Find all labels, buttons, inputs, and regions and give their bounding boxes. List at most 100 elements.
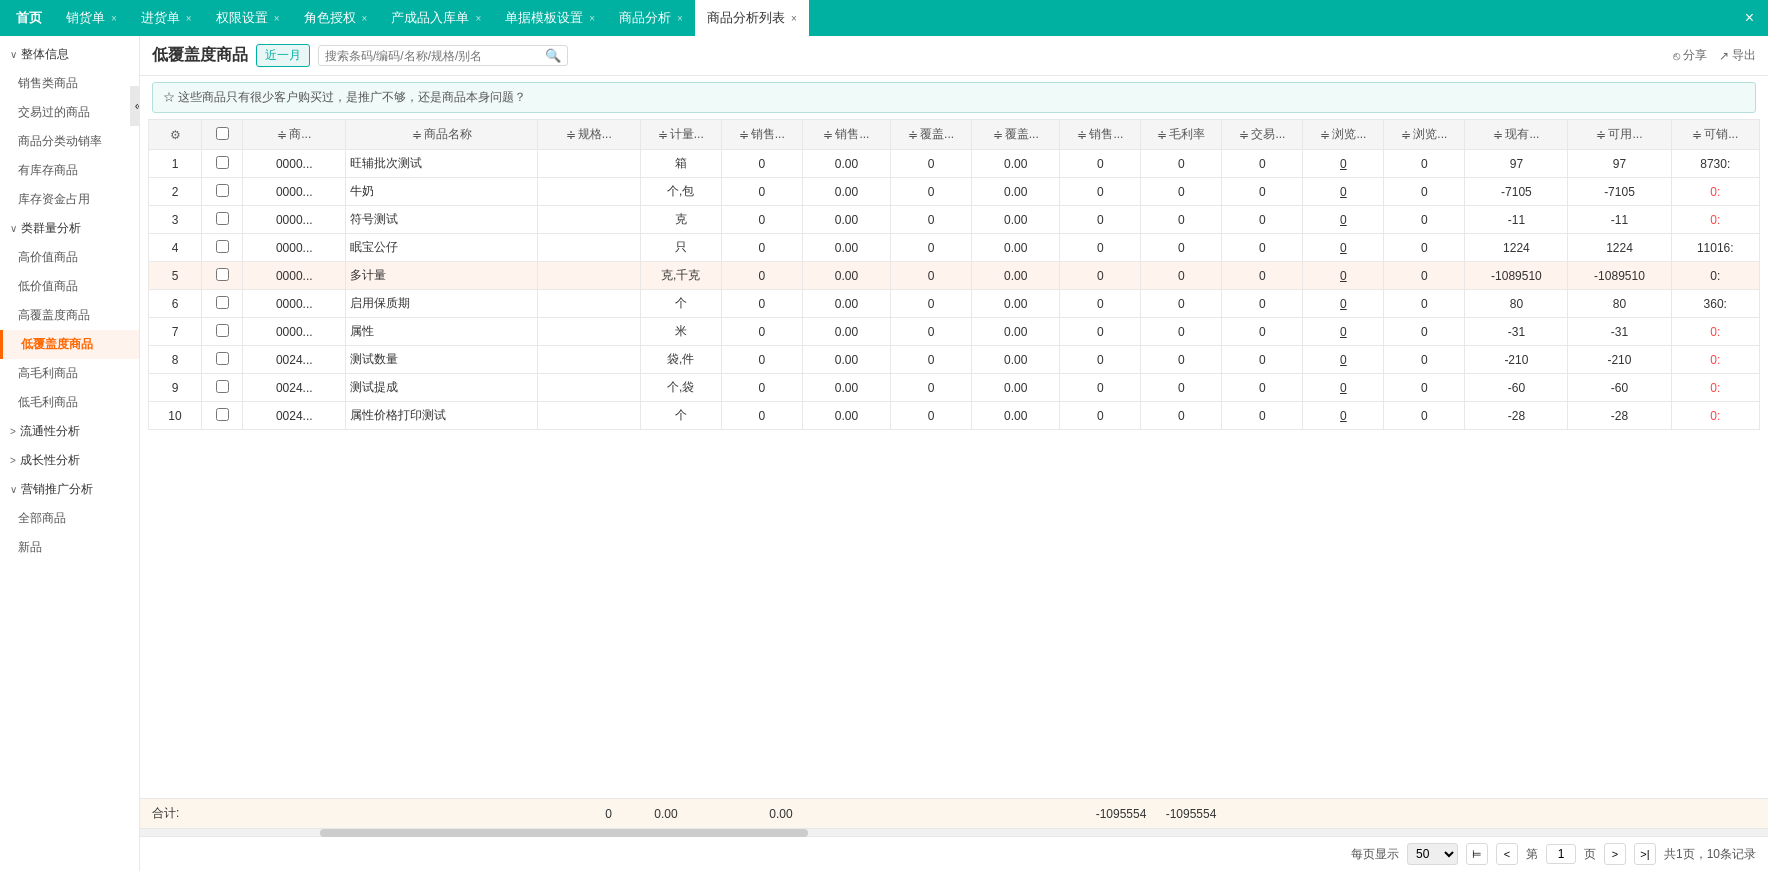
sidebar-section-marketing[interactable]: ∨ 营销推广分析 [0,475,139,504]
tab-roles[interactable]: 角色授权 × [292,0,380,36]
browse1-link[interactable]: 0 [1340,213,1347,227]
sidebar-item-new-products[interactable]: 新品 [0,533,139,562]
tab-permissions[interactable]: 权限设置 × [204,0,292,36]
browse1-link[interactable]: 0 [1340,353,1347,367]
th-cover2[interactable]: ≑覆盖... [972,120,1060,150]
th-name[interactable]: ≑商品名称 [346,120,537,150]
th-code[interactable]: ≑商... [243,120,346,150]
browse1-link[interactable]: 0 [1340,157,1347,171]
tab-analysis[interactable]: 商品分析 × [607,0,695,36]
sidebar-item-occupy-ratio[interactable]: 库存资金占用 [0,185,139,214]
browse1-link[interactable]: 0 [1340,409,1347,423]
close-icon[interactable]: × [677,13,683,24]
th-spec[interactable]: ≑规格... [537,120,640,150]
th-unit[interactable]: ≑计量... [640,120,721,150]
row-checkbox[interactable] [216,212,229,225]
close-icon[interactable]: × [589,13,595,24]
cell-spec [537,318,640,346]
sidebar-item-low-profit[interactable]: 低毛利商品 [0,388,139,417]
search-input[interactable] [325,49,545,63]
cell-trans: 0 [1222,318,1303,346]
cell-code: 0000... [243,206,346,234]
page-number-input[interactable] [1546,844,1576,864]
browse1-link[interactable]: 0 [1340,381,1347,395]
next-page-button[interactable]: > [1604,843,1626,865]
close-icon[interactable]: × [186,13,192,24]
sidebar-section-growth[interactable]: > 成长性分析 [0,446,139,475]
close-icon[interactable]: × [274,13,280,24]
tab-product-entry[interactable]: 产成品入库单 × [379,0,493,36]
browse1-link[interactable]: 0 [1340,269,1347,283]
tab-purchase[interactable]: 进货单 × [129,0,204,36]
sidebar-item-low-value[interactable]: 低价值商品 [0,272,139,301]
row-checkbox[interactable] [216,408,229,421]
row-checkbox[interactable] [216,156,229,169]
th-trans[interactable]: ≑交易... [1222,120,1303,150]
sidebar-item-high-value[interactable]: 高价值商品 [0,243,139,272]
per-page-select[interactable]: 50 10 20 100 [1407,843,1458,865]
cell-sales-cnt: 0 [1060,402,1141,430]
th-browse1[interactable]: ≑浏览... [1303,120,1384,150]
sidebar-item-high-profit[interactable]: 高毛利商品 [0,359,139,388]
window-close-button[interactable]: × [1735,9,1764,27]
sidebar-item-has-stock[interactable]: 有库存商品 [0,156,139,185]
th-sales-qty[interactable]: ≑销售... [721,120,802,150]
sidebar-item-all-products[interactable]: 全部商品 [0,504,139,533]
row-checkbox[interactable] [216,184,229,197]
th-avail[interactable]: ≑可用... [1568,120,1671,150]
row-checkbox[interactable] [216,352,229,365]
close-icon[interactable]: × [111,13,117,24]
row-checkbox[interactable] [216,296,229,309]
filter-recent-month-button[interactable]: 近一月 [256,44,310,67]
th-sellable[interactable]: ≑可销... [1671,120,1759,150]
cell-sales-cnt: 0 [1060,318,1141,346]
tab-sales[interactable]: 销货单 × [54,0,129,36]
share-button[interactable]: ⎋ 分享 [1673,47,1707,64]
browse1-link[interactable]: 0 [1340,325,1347,339]
select-all-checkbox[interactable] [216,127,229,140]
cell-sales-qty: 0 [721,346,802,374]
tab-home[interactable]: 首页 [4,0,54,36]
close-icon[interactable]: × [791,13,797,24]
th-curr[interactable]: ≑现有... [1465,120,1568,150]
sidebar-section-quality[interactable]: ∨ 类群量分析 [0,214,139,243]
th-cover1[interactable]: ≑覆盖... [891,120,972,150]
cell-code: 0000... [243,234,346,262]
close-icon[interactable]: × [362,13,368,24]
sidebar-item-active-rate[interactable]: 商品分类动销率 [0,127,139,156]
cell-name: 启用保质期 [346,290,537,318]
search-icon[interactable]: 🔍 [545,48,561,63]
sidebar-collapse-button[interactable]: « [130,86,140,126]
th-browse2[interactable]: ≑浏览... [1384,120,1465,150]
tab-template[interactable]: 单据模板设置 × [493,0,607,36]
browse1-link[interactable]: 0 [1340,241,1347,255]
sidebar-section-flow[interactable]: > 流通性分析 [0,417,139,446]
browse1-link[interactable]: 0 [1340,185,1347,199]
browse1-link[interactable]: 0 [1340,297,1347,311]
cell-avail: -1089510 [1568,262,1671,290]
sidebar-item-sales-category[interactable]: 销售类商品 [0,69,139,98]
th-sales-amt[interactable]: ≑销售... [802,120,890,150]
sidebar-section-overall[interactable]: ∨ 整体信息 [0,40,139,69]
row-checkbox[interactable] [216,268,229,281]
last-page-button[interactable]: >| [1634,843,1656,865]
cell-code: 0000... [243,262,346,290]
sidebar-item-high-coverage[interactable]: 高覆盖度商品 [0,301,139,330]
row-checkbox[interactable] [216,240,229,253]
cell-num: 1 [149,150,202,178]
th-gross[interactable]: ≑毛利率 [1141,120,1222,150]
row-checkbox[interactable] [216,324,229,337]
sidebar-item-low-coverage[interactable]: 低覆盖度商品 [0,330,139,359]
row-checkbox[interactable] [216,380,229,393]
settings-icon[interactable]: ⚙ [170,128,181,142]
close-icon[interactable]: × [475,13,481,24]
sidebar-item-traded[interactable]: 交易过的商品 [0,98,139,127]
th-sales-cnt[interactable]: ≑销售... [1060,120,1141,150]
tab-analysis-list[interactable]: 商品分析列表 × [695,0,809,36]
cell-sales-amt: 0.00 [802,290,890,318]
first-page-button[interactable]: ⊨ [1466,843,1488,865]
footer-sales-qty: 0 [581,807,636,821]
products-table: ⚙ ≑商... ≑商品名称 ≑规格... [148,119,1760,430]
prev-page-button[interactable]: < [1496,843,1518,865]
export-button[interactable]: ↗ 导出 [1719,47,1756,64]
